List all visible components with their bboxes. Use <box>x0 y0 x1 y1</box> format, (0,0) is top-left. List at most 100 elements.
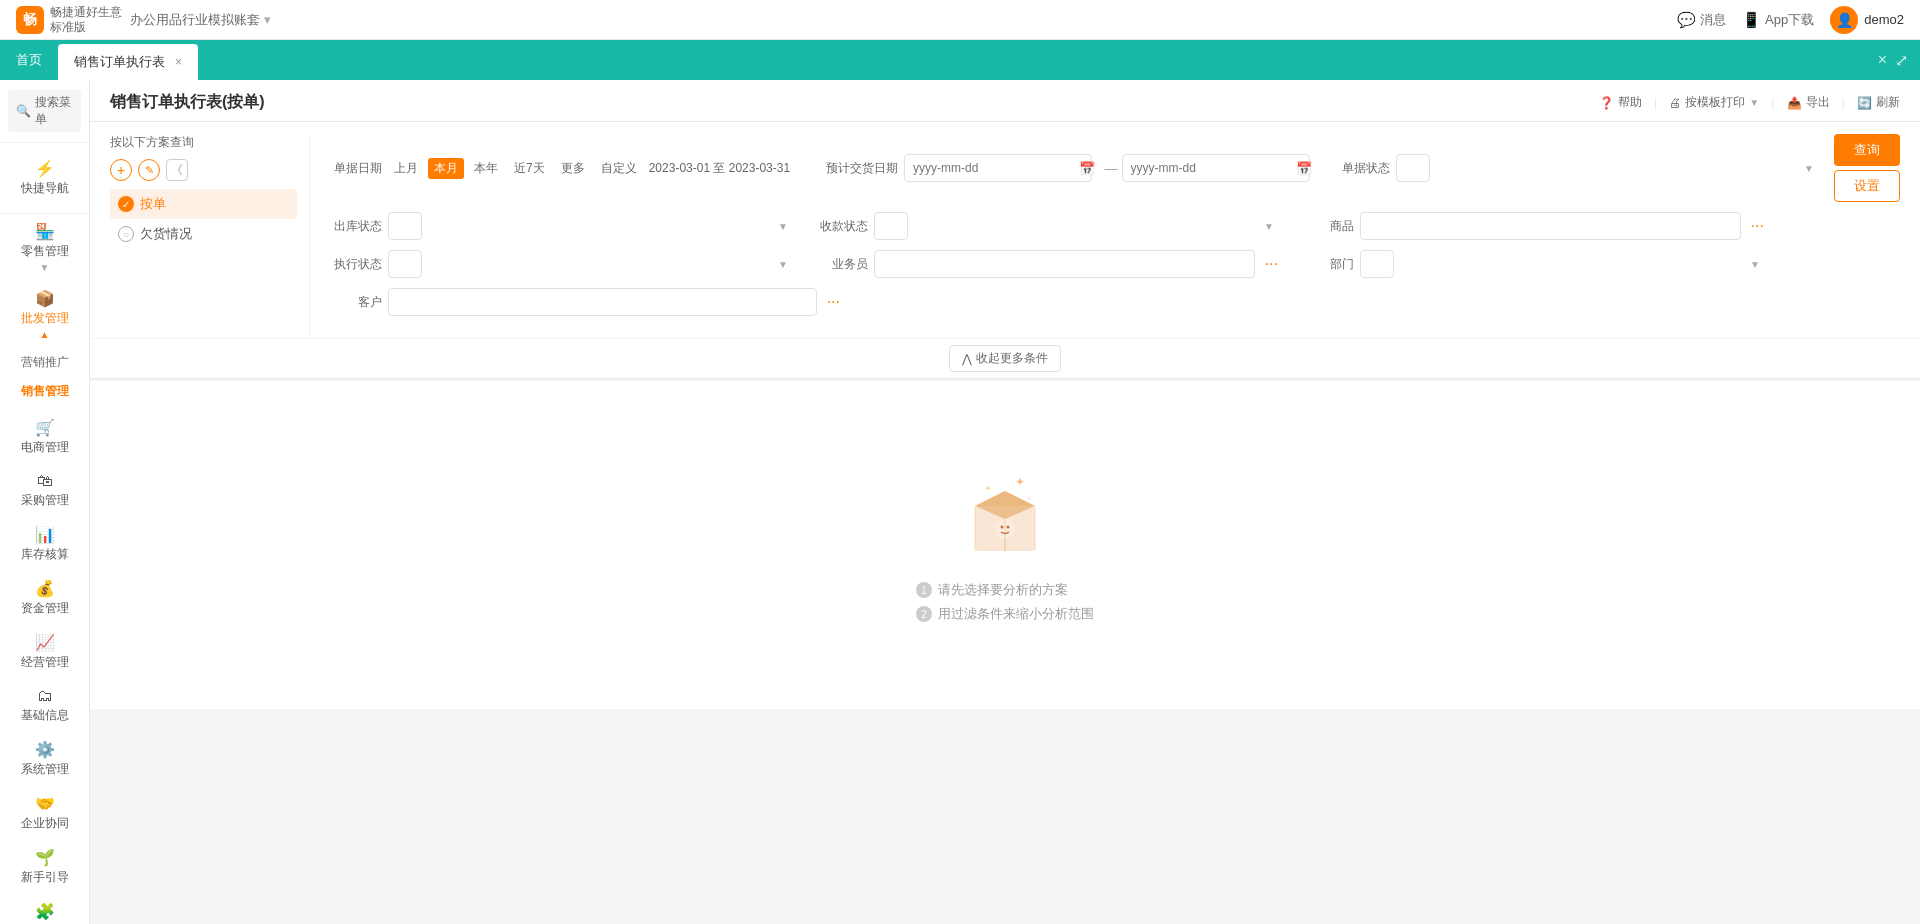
execution-status-select-wrap: ▼ <box>388 250 796 278</box>
salesperson-more-btn[interactable]: ··· <box>1261 255 1282 273</box>
filter-nav-按单[interactable]: ✓ 按单 <box>110 189 297 219</box>
settings-button[interactable]: 设置 <box>1834 170 1900 202</box>
logo-area[interactable]: 畅 畅捷通好生意 标准版 <box>16 5 122 34</box>
search-menu-btn[interactable]: 🔍 搜索菜单 <box>8 90 81 132</box>
filter-field-expected-date: 预计交货日期 📅 — 📅 <box>826 154 1318 182</box>
search-icon: 🔍 <box>16 104 31 118</box>
system-icon: ⚙️ <box>35 740 55 759</box>
refresh-btn[interactable]: 🔄 刷新 <box>1857 94 1900 111</box>
expected-date-from-wrap: 📅 <box>904 154 1101 182</box>
tab-close-btn[interactable]: × <box>175 55 182 69</box>
expected-date-range: 📅 — 📅 <box>904 154 1318 182</box>
page-header: 销售订单执行表(按单) ❓ 帮助 | 🖨 按模板打印 ▼ | 📤 导出 | <box>90 80 1920 122</box>
date-tab-more[interactable]: 更多 <box>555 158 591 179</box>
payment-status-select[interactable] <box>874 212 908 240</box>
date-tabs: 上月 本月 本年 近7天 更多 自定义 <box>388 158 643 179</box>
sidebar-item-appstore[interactable]: 🧩 应用中心 <box>0 894 89 924</box>
expected-date-from[interactable] <box>904 154 1092 182</box>
department-select[interactable] <box>1360 250 1394 278</box>
sidebar-item-marketing[interactable]: 营销推广 <box>0 348 89 377</box>
expand-window-btn[interactable]: ⤢ <box>1895 51 1908 70</box>
filter-right: 单据日期 上月 本月 本年 近7天 更多 自定义 2023-03-01 至 20… <box>322 134 1900 338</box>
tab-home[interactable]: 首页 <box>0 40 58 80</box>
expected-date-to[interactable] <box>1122 154 1310 182</box>
delivery-status-select-wrap: ▼ <box>388 212 796 240</box>
expected-date-label: 预计交货日期 <box>826 160 898 177</box>
app-download-btn[interactable]: 📱 App下载 <box>1742 11 1814 29</box>
collapse-more-btn[interactable]: ⋀ 收起更多条件 <box>949 345 1061 372</box>
date-tab-custom[interactable]: 自定义 <box>595 158 643 179</box>
collapse-up-icon: ⋀ <box>962 352 972 366</box>
quick-nav-icon: ⚡ <box>35 159 55 178</box>
sidebar-item-ecommerce[interactable]: 🛒 电商管理 <box>0 410 89 464</box>
empty-icon: ✦ ✦ ✦ <box>955 461 1055 561</box>
sidebar-search-area: 🔍 搜索菜单 <box>0 80 89 143</box>
delivery-status-label: 出库状态 <box>322 218 382 235</box>
sidebar-item-inventory[interactable]: 📊 库存核算 <box>0 517 89 571</box>
filter-row-3: 执行状态 ▼ 业务员 ··· 部门 <box>322 250 1900 278</box>
goods-more-btn[interactable]: ··· <box>1747 217 1768 235</box>
divider-2: | <box>1771 95 1774 110</box>
basic-icon: 🗂 <box>37 687 53 705</box>
divider-3: | <box>1842 95 1845 110</box>
step-num-2: 2 <box>916 606 932 622</box>
add-scheme-btn[interactable]: + <box>110 159 132 181</box>
sidebar-item-purchase[interactable]: 🛍 采购管理 <box>0 464 89 517</box>
sidebar-item-system[interactable]: ⚙️ 系统管理 <box>0 732 89 786</box>
customer-more-btn[interactable]: ··· <box>823 293 844 311</box>
sidebar-item-enterprise[interactable]: 🤝 企业协同 <box>0 786 89 840</box>
svg-point-10 <box>1001 526 1004 529</box>
status-select[interactable] <box>1396 154 1430 182</box>
expected-date-to-wrap: 📅 <box>1122 154 1319 182</box>
sidebar-item-basic[interactable]: 🗂 基础信息 <box>0 679 89 732</box>
message-btn[interactable]: 💬 消息 <box>1677 11 1726 29</box>
execution-chevron-icon: ▼ <box>778 259 788 270</box>
date-tab-this-month[interactable]: 本月 <box>428 158 464 179</box>
filter-panel: 按以下方案查询 + ✎ 《 ✓ 按单 ○ 欠货情况 <box>90 122 1920 338</box>
step-num-1: 1 <box>916 582 932 598</box>
main-layout: 🔍 搜索菜单 ⚡ 快捷导航 🏪 零售管理 ▼ 📦 批发管理 ▲ 营销推广 销售管… <box>0 80 1920 924</box>
content-area: 销售订单执行表(按单) ❓ 帮助 | 🖨 按模板打印 ▼ | 📤 导出 | <box>90 80 1920 924</box>
filter-section-title: 按以下方案查询 <box>110 134 297 151</box>
svg-text:✦: ✦ <box>1027 496 1032 502</box>
date-tab-recent7[interactable]: 近7天 <box>508 158 551 179</box>
query-button[interactable]: 查询 <box>1834 134 1900 166</box>
user-area[interactable]: 👤 demo2 <box>1830 6 1904 34</box>
filter-row-4: 客户 ··· <box>322 288 1900 316</box>
date-tab-prev-month[interactable]: 上月 <box>388 158 424 179</box>
sidebar-item-batch-mgmt[interactable]: 📦 批发管理 ▲ <box>0 281 89 348</box>
divider-1: | <box>1654 95 1657 110</box>
customer-input[interactable] <box>388 288 817 316</box>
sidebar-item-finance[interactable]: 💰 资金管理 <box>0 571 89 625</box>
export-btn[interactable]: 📤 导出 <box>1787 94 1830 111</box>
sidebar-item-sales[interactable]: 销售管理 <box>0 377 89 406</box>
filter-add-btns: + ✎ 《 <box>110 159 297 181</box>
sidebar-item-operation[interactable]: 📈 经营管理 <box>0 625 89 679</box>
print-btn[interactable]: 🖨 按模板打印 ▼ <box>1669 94 1759 111</box>
tab-bar: 首页 销售订单执行表 × × ⤢ <box>0 40 1920 80</box>
salesperson-input[interactable] <box>874 250 1255 278</box>
collapse-left-btn[interactable]: 《 <box>166 159 188 181</box>
filter-nav-欠货情况[interactable]: ○ 欠货情况 <box>110 219 297 249</box>
sidebar-item-quick-nav[interactable]: ⚡ 快捷导航 <box>4 151 85 205</box>
execution-status-select[interactable] <box>388 250 422 278</box>
close-window-btn[interactable]: × <box>1878 51 1887 69</box>
breadcrumb-expand-btn[interactable]: ▾ <box>264 12 271 27</box>
help-btn[interactable]: ❓ 帮助 <box>1599 94 1642 111</box>
date-tab-this-year[interactable]: 本年 <box>468 158 504 179</box>
action-btns: 查询 设置 <box>1834 134 1900 202</box>
salesperson-label: 业务员 <box>808 256 868 273</box>
tab-active[interactable]: 销售订单执行表 × <box>58 44 198 80</box>
status-label: 单据状态 <box>1330 160 1390 177</box>
top-bar-left: 畅 畅捷通好生意 标准版 办公用品行业模拟账套 ▾ <box>16 5 271 34</box>
sidebar: 🔍 搜索菜单 ⚡ 快捷导航 🏪 零售管理 ▼ 📦 批发管理 ▲ 营销推广 销售管… <box>0 80 90 924</box>
sidebar-item-newbie[interactable]: 🌱 新手引导 <box>0 840 89 894</box>
empty-step-1: 1 请先选择要分析的方案 <box>916 581 1094 599</box>
goods-input[interactable] <box>1360 212 1741 240</box>
delivery-status-select[interactable] <box>388 212 422 240</box>
svg-point-11 <box>1007 526 1010 529</box>
edit-scheme-btn[interactable]: ✎ <box>138 159 160 181</box>
purchase-icon: 🛍 <box>37 472 53 490</box>
logo-text: 畅捷通好生意 标准版 <box>50 5 122 34</box>
sidebar-item-zero-retail[interactable]: 🏪 零售管理 ▼ <box>0 214 89 281</box>
